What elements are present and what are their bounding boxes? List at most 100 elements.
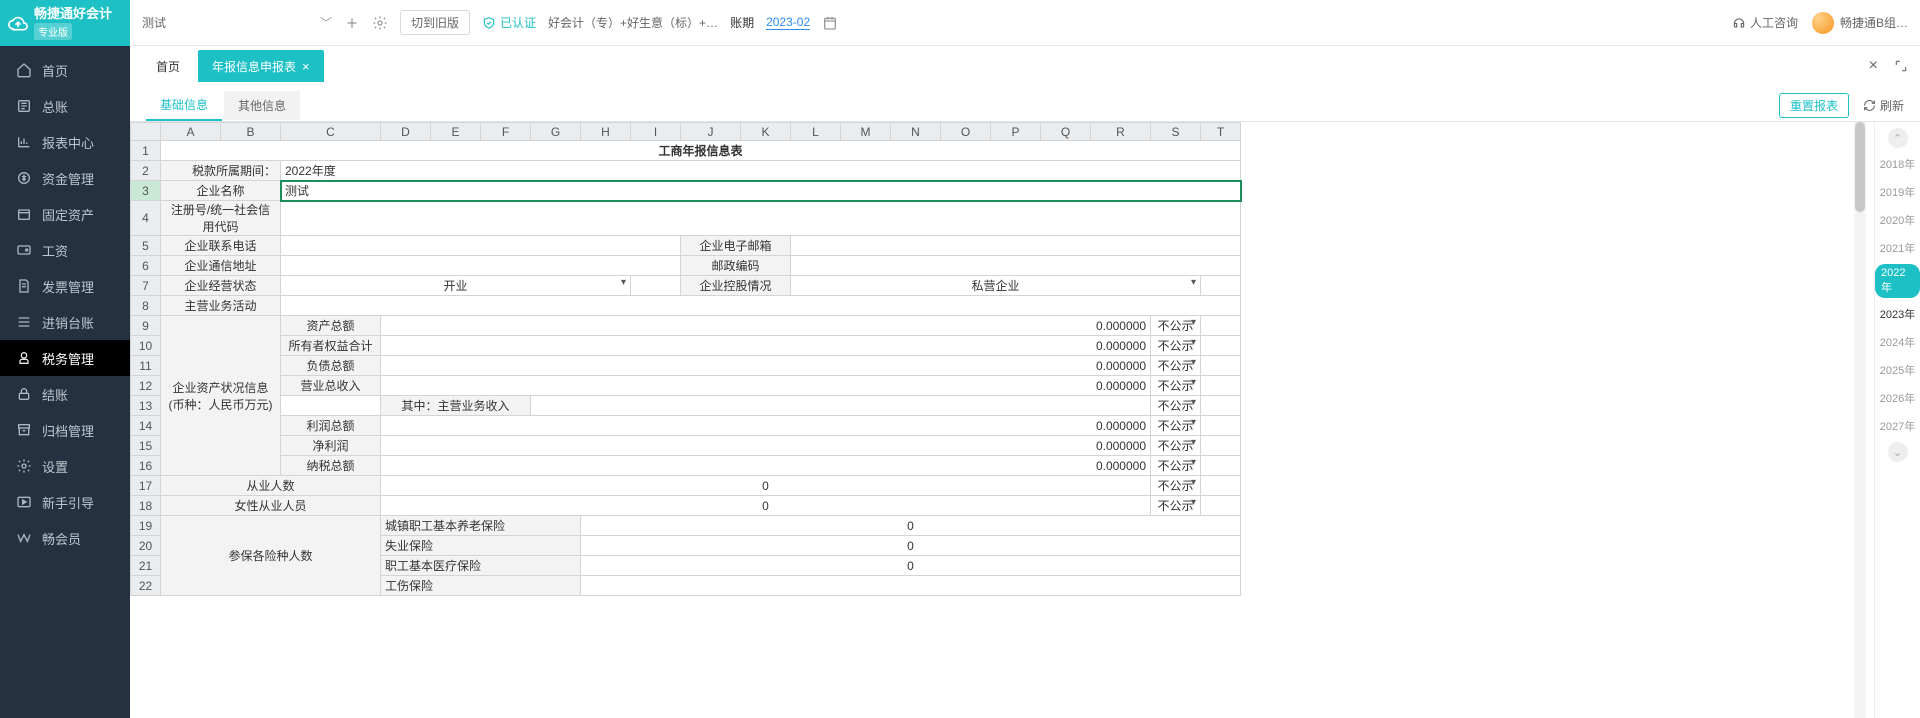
cell-label[interactable]: 企业联系电话	[161, 236, 281, 256]
scrollbar-thumb[interactable]	[1855, 122, 1865, 212]
metric-label[interactable]: 资产总额	[281, 316, 381, 336]
disclose-select[interactable]: 不公示	[1151, 496, 1201, 516]
metric-value[interactable]: 0.000000	[381, 436, 1151, 456]
disclose-select[interactable]: 不公示	[1151, 316, 1201, 336]
metric-label[interactable]: 所有者权益合计	[281, 336, 381, 356]
insurance-label[interactable]: 失业保险	[381, 536, 581, 556]
cell[interactable]	[531, 396, 1151, 416]
disclose-select[interactable]: 不公示	[1151, 396, 1201, 416]
row-header[interactable]: 16	[131, 456, 161, 476]
metric-value[interactable]: 0.000000	[381, 336, 1151, 356]
metric-value[interactable]: 0.000000	[381, 316, 1151, 336]
year-option[interactable]: 2026年	[1878, 386, 1917, 410]
insurance-label[interactable]: 工伤保险	[381, 576, 581, 596]
cell-label[interactable]: 企业通信地址	[161, 256, 281, 276]
disclose-select[interactable]: 不公示	[1151, 356, 1201, 376]
row-header[interactable]: 20	[131, 536, 161, 556]
metric-value[interactable]: 0.000000	[381, 376, 1151, 396]
period-value[interactable]: 2023-02	[766, 15, 810, 30]
col-header[interactable]: L	[791, 123, 841, 141]
sidebar-item-ledger[interactable]: 总账	[0, 88, 130, 124]
sidebar-item-member[interactable]: 畅会员	[0, 520, 130, 556]
close-all-icon[interactable]: ×	[1869, 57, 1878, 75]
disclose-select[interactable]: 不公示	[1151, 456, 1201, 476]
plus-icon[interactable]	[344, 15, 360, 31]
row-header[interactable]: 14	[131, 416, 161, 436]
col-header[interactable]: H	[581, 123, 631, 141]
status-select[interactable]: 开业	[281, 276, 631, 296]
cell-label[interactable]: 企业控股情况	[681, 276, 791, 296]
spreadsheet[interactable]: A B C D E F G H I J K L M	[130, 122, 1874, 718]
company-selector[interactable]: 测试 ﹀	[142, 14, 332, 31]
row-header[interactable]: 15	[131, 436, 161, 456]
cell[interactable]	[631, 276, 681, 296]
metric-label[interactable]: 净利润	[281, 436, 381, 456]
col-header[interactable]: M	[841, 123, 891, 141]
refresh-button[interactable]: 刷新	[1863, 97, 1904, 114]
sidebar-item-assets[interactable]: 固定资产	[0, 196, 130, 232]
row-header[interactable]: 11	[131, 356, 161, 376]
sidebar-item-tax[interactable]: 税务管理	[0, 340, 130, 376]
year-option[interactable]: 2023年	[1878, 302, 1917, 326]
cell[interactable]	[1201, 436, 1241, 456]
cell[interactable]	[281, 236, 681, 256]
period-label-cell[interactable]: 税款所属期间：	[161, 161, 281, 181]
close-icon[interactable]: ×	[302, 59, 310, 74]
row-header[interactable]: 10	[131, 336, 161, 356]
sidebar-item-invoice[interactable]: 发票管理	[0, 268, 130, 304]
col-header[interactable]: B	[221, 123, 281, 141]
insurance-value[interactable]: 0	[581, 536, 1241, 556]
year-option[interactable]: 2020年	[1878, 208, 1917, 232]
disclose-select[interactable]: 不公示	[1151, 416, 1201, 436]
sub-revenue-label[interactable]: 其中：主营业务收入	[381, 396, 531, 416]
cell[interactable]	[281, 256, 681, 276]
expand-icon[interactable]	[1894, 59, 1908, 73]
sidebar-item-settings[interactable]: 设置	[0, 448, 130, 484]
cell[interactable]	[1201, 476, 1241, 496]
insurance-value[interactable]	[581, 576, 1241, 596]
calendar-icon[interactable]	[822, 15, 838, 31]
year-option[interactable]: 2025年	[1878, 358, 1917, 382]
switch-old-button[interactable]: 切到旧版	[400, 10, 470, 35]
corner-cell[interactable]	[131, 123, 161, 141]
cell[interactable]	[1201, 416, 1241, 436]
row-header[interactable]: 2	[131, 161, 161, 181]
year-option[interactable]: 2018年	[1878, 152, 1917, 176]
sidebar-item-home[interactable]: 首页	[0, 52, 130, 88]
row-header[interactable]: 22	[131, 576, 161, 596]
row-header[interactable]: 17	[131, 476, 161, 496]
year-option[interactable]: 2019年	[1878, 180, 1917, 204]
sheet-title[interactable]: 工商年报信息表	[161, 141, 1241, 161]
support-link[interactable]: 人工咨询	[1732, 14, 1798, 31]
sidebar-item-guide[interactable]: 新手引导	[0, 484, 130, 520]
year-option-active[interactable]: 2022年	[1875, 264, 1920, 298]
cell[interactable]	[281, 201, 1241, 236]
metric-label[interactable]: 利润总额	[281, 416, 381, 436]
row-header[interactable]: 8	[131, 296, 161, 316]
metric-label[interactable]: 纳税总额	[281, 456, 381, 476]
col-header[interactable]: T	[1201, 123, 1241, 141]
col-header[interactable]: C	[281, 123, 381, 141]
sidebar-item-funds[interactable]: 资金管理	[0, 160, 130, 196]
row-header[interactable]: 4	[131, 201, 161, 236]
col-header[interactable]: R	[1091, 123, 1151, 141]
sidebar-item-salary[interactable]: 工资	[0, 232, 130, 268]
year-up-button[interactable]: ⌃	[1888, 128, 1908, 148]
period-value-cell[interactable]: 2022年度	[281, 161, 1241, 181]
col-header[interactable]: K	[741, 123, 791, 141]
company-name-cell[interactable]: 测试	[281, 181, 1241, 201]
row-header[interactable]: 6	[131, 256, 161, 276]
row-header[interactable]: 19	[131, 516, 161, 536]
col-header[interactable]: F	[481, 123, 531, 141]
cell-label[interactable]: 企业名称	[161, 181, 281, 201]
disclose-select[interactable]: 不公示	[1151, 376, 1201, 396]
disclose-select[interactable]: 不公示	[1151, 436, 1201, 456]
metric-value[interactable]: 0.000000	[381, 356, 1151, 376]
employees-value[interactable]: 0	[381, 476, 1151, 496]
tab-home[interactable]: 首页	[142, 50, 194, 82]
cell-label[interactable]: 从业人数	[161, 476, 381, 496]
insurance-label[interactable]: 职工基本医疗保险	[381, 556, 581, 576]
row-header[interactable]: 21	[131, 556, 161, 576]
sidebar-item-inventory[interactable]: 进销台账	[0, 304, 130, 340]
year-option[interactable]: 2024年	[1878, 330, 1917, 354]
